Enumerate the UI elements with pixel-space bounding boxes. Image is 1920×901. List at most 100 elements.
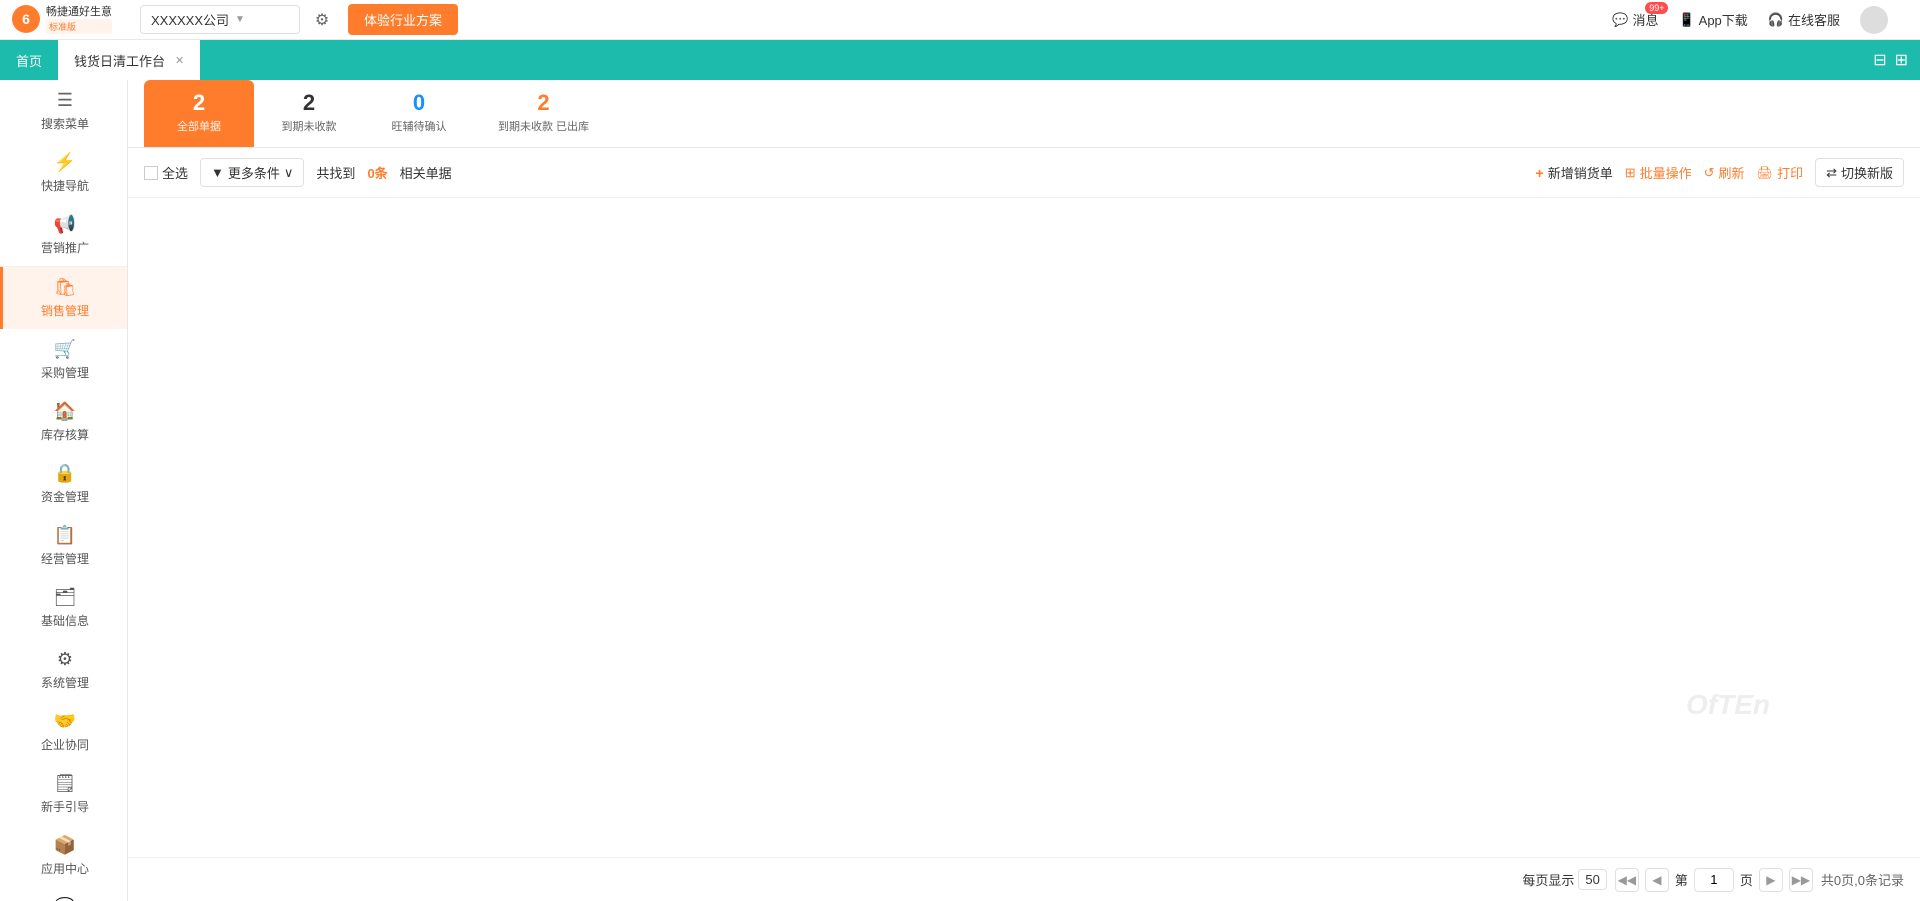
sidebar-item-search-menu[interactable]: ☰ 搜索菜单 bbox=[0, 80, 127, 142]
batch-icon: ⊞ bbox=[1625, 165, 1636, 181]
add-sales-order-button[interactable]: + 新增销货单 bbox=[1536, 163, 1613, 182]
summary-label-pending: 旺辅待确认 bbox=[392, 118, 447, 134]
switch-label: 切换新版 bbox=[1841, 163, 1893, 182]
page-navigation: ◀◀ ◀ 第 页 ▶ ▶▶ bbox=[1615, 868, 1813, 892]
service-label: 在线客服 bbox=[1788, 10, 1840, 29]
search-menu-icon: ☰ bbox=[57, 90, 73, 111]
logo-badge: 标准版 bbox=[46, 19, 112, 34]
company-selector[interactable]: XXXXXX公司 ▼ bbox=[140, 5, 300, 34]
page-total: 共0页,0条记录 bbox=[1821, 870, 1904, 889]
summary-tab-overdue-out[interactable]: 2 到期未收款 已出库 bbox=[474, 80, 613, 147]
found-count: 0条 bbox=[367, 163, 387, 182]
toolbar: 全选 ▼ 更多条件 ∨ 共找到 0条 相关单据 + 新增销货单 ⊞ 批量操作 bbox=[128, 148, 1920, 198]
refresh-button[interactable]: ↺ 刷新 bbox=[1704, 163, 1745, 182]
summary-label-overdue: 到期未收款 bbox=[282, 118, 337, 134]
summary-label-overdue-out: 到期未收款 已出库 bbox=[498, 118, 589, 134]
cooperation-icon: 🤝 bbox=[54, 711, 76, 732]
sidebar-label-system: 系统管理 bbox=[41, 674, 89, 691]
summary-count-pending: 0 bbox=[413, 90, 425, 116]
company-name: XXXXXX公司 bbox=[151, 10, 229, 29]
per-page-label: 每页显示 bbox=[1522, 870, 1574, 889]
summary-tab-all[interactable]: 2 全部单据 bbox=[144, 80, 254, 147]
trial-button[interactable]: 体验行业方案 bbox=[348, 4, 458, 35]
sidebar-item-marketing[interactable]: 📢 营销推广 bbox=[0, 204, 127, 266]
sidebar-item-system[interactable]: ⚙ 系统管理 bbox=[0, 639, 127, 701]
basic-info-icon: 🗂 bbox=[54, 587, 77, 608]
checkbox-input[interactable] bbox=[144, 166, 158, 180]
related-label: 相关单据 bbox=[400, 163, 452, 182]
sidebar-item-operation[interactable]: 📋 经营管理 bbox=[0, 515, 127, 577]
found-text: 共找到 bbox=[316, 163, 355, 182]
sidebar-label-marketing: 营销推广 bbox=[41, 239, 89, 256]
sidebar-label-quick-nav: 快捷导航 bbox=[41, 177, 89, 194]
tab-work-label: 钱货日清工作台 bbox=[74, 51, 165, 70]
wechat-icon: 💬 bbox=[54, 897, 76, 901]
tab-expand-icon[interactable]: ⊞ bbox=[1895, 50, 1908, 70]
refresh-label: 刷新 bbox=[1719, 163, 1745, 182]
sidebar-top-actions: ☰ 搜索菜单 ⚡ 快捷导航 📢 营销推广 bbox=[0, 80, 127, 267]
logo-area: 6 畅捷通好生意 标准版 bbox=[12, 5, 140, 34]
batch-operation-button[interactable]: ⊞ 批量操作 bbox=[1625, 163, 1692, 182]
more-filter-button[interactable]: ▼ 更多条件 ∨ bbox=[200, 158, 304, 187]
per-page-select[interactable]: 50 bbox=[1578, 869, 1606, 890]
sales-icon: 🛍 bbox=[54, 277, 77, 298]
sidebar-item-app-center[interactable]: 📦 应用中心 bbox=[0, 825, 127, 887]
finance-icon: 🔒 bbox=[54, 463, 76, 484]
print-button[interactable]: 🖨 打印 bbox=[1757, 163, 1804, 182]
summary-label-all: 全部单据 bbox=[177, 118, 221, 134]
first-page-button[interactable]: ◀◀ bbox=[1615, 868, 1639, 892]
sidebar-item-sales[interactable]: 🛍 销售管理 bbox=[0, 267, 127, 329]
app-center-icon: 📦 bbox=[54, 835, 76, 856]
avatar[interactable] bbox=[1860, 6, 1888, 34]
select-all-checkbox[interactable]: 全选 bbox=[144, 163, 188, 182]
download-icon: 📱 bbox=[1678, 12, 1694, 28]
add-label: 新增销货单 bbox=[1548, 163, 1613, 182]
pagination-bar: 每页显示 50 ◀◀ ◀ 第 页 ▶ ▶▶ 共0页,0条记录 bbox=[128, 857, 1920, 901]
summary-count-overdue: 2 bbox=[303, 90, 315, 116]
sidebar-item-basic-info[interactable]: 🗂 基础信息 bbox=[0, 577, 127, 639]
toolbar-right: + 新增销货单 ⊞ 批量操作 ↺ 刷新 🖨 打印 ⇄ 切换新版 bbox=[1536, 158, 1905, 187]
online-service-button[interactable]: 🎧 在线客服 bbox=[1768, 10, 1840, 29]
sidebar-item-cooperation[interactable]: 🤝 企业协同 bbox=[0, 701, 127, 763]
page-number-input[interactable] bbox=[1694, 868, 1734, 892]
sidebar-item-inventory[interactable]: 🏠 库存核算 bbox=[0, 391, 127, 453]
app-download-button[interactable]: 📱 App下载 bbox=[1678, 10, 1747, 29]
tab-work[interactable]: 钱货日清工作台 ✕ bbox=[58, 40, 200, 80]
prev-page-button[interactable]: ◀ bbox=[1645, 868, 1669, 892]
message-button[interactable]: 💬 消息 99+ bbox=[1612, 10, 1658, 29]
summary-tab-pending[interactable]: 0 旺辅待确认 bbox=[364, 80, 474, 147]
sidebar-label-sales: 销售管理 bbox=[41, 302, 89, 319]
tab-minimize-icon[interactable]: ⊟ bbox=[1873, 50, 1886, 70]
sidebar-label-inventory: 库存核算 bbox=[41, 426, 89, 443]
next-page-button[interactable]: ▶ bbox=[1759, 868, 1783, 892]
sidebar-label-operation: 经营管理 bbox=[41, 550, 89, 567]
sidebar-item-purchase[interactable]: 🛒 采购管理 bbox=[0, 329, 127, 391]
settings-button[interactable]: ⚙ bbox=[308, 6, 336, 34]
content-area bbox=[128, 198, 1920, 857]
guide-icon: 🗒 bbox=[54, 773, 77, 794]
sidebar-label-finance: 资金管理 bbox=[41, 488, 89, 505]
tab-home[interactable]: 首页 bbox=[0, 40, 58, 80]
sidebar-item-guide[interactable]: 🗒 新手引导 bbox=[0, 763, 127, 825]
switch-version-button[interactable]: ⇄ 切换新版 bbox=[1815, 158, 1904, 187]
last-page-button[interactable]: ▶▶ bbox=[1789, 868, 1813, 892]
summary-tabs: 2 全部单据 2 到期未收款 0 旺辅待确认 2 到期未收款 已出库 bbox=[128, 80, 1920, 148]
batch-label: 批量操作 bbox=[1640, 163, 1692, 182]
filter-label: 更多条件 bbox=[228, 163, 280, 182]
sidebar-label-guide: 新手引导 bbox=[41, 798, 89, 815]
logo-text: 畅捷通好生意 bbox=[46, 5, 112, 19]
tab-bar-actions: ⊟ ⊞ bbox=[1853, 40, 1920, 80]
message-icon: 💬 bbox=[1612, 12, 1628, 28]
chevron-down-icon: ▼ bbox=[235, 14, 245, 25]
main-content: 2 全部单据 2 到期未收款 0 旺辅待确认 2 到期未收款 已出库 全选 bbox=[128, 80, 1920, 901]
sidebar-item-quick-nav[interactable]: ⚡ 快捷导航 bbox=[0, 142, 127, 204]
tab-close-icon[interactable]: ✕ bbox=[175, 54, 184, 67]
sidebar-item-wechat[interactable]: 💬 企业微信 bbox=[0, 887, 127, 901]
sidebar-item-finance[interactable]: 🔒 资金管理 bbox=[0, 453, 127, 515]
refresh-icon: ↺ bbox=[1704, 165, 1715, 181]
filter-chevron-icon: ∨ bbox=[284, 165, 294, 181]
summary-count-all: 2 bbox=[193, 90, 205, 116]
inventory-icon: 🏠 bbox=[54, 401, 76, 422]
summary-tab-overdue[interactable]: 2 到期未收款 bbox=[254, 80, 364, 147]
switch-icon: ⇄ bbox=[1826, 165, 1837, 181]
